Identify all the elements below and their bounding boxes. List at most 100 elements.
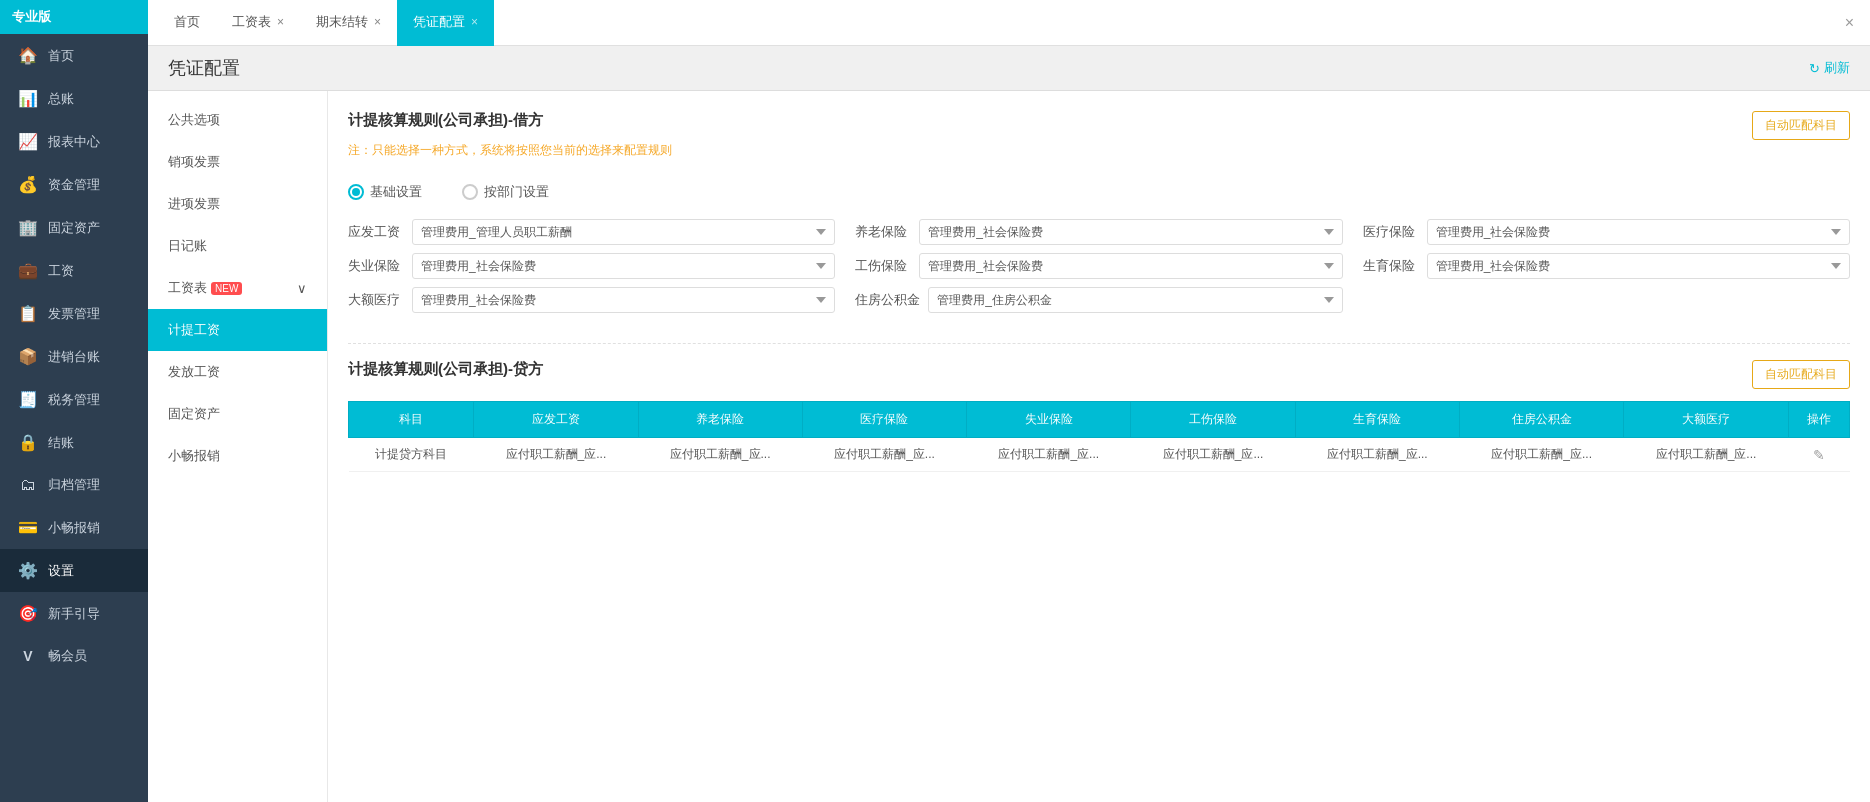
edit-icon[interactable]: ✎	[1813, 447, 1825, 463]
debit-section: 计提核算规则(公司承担)-借方 注：只能选择一种方式，系统将按照您当前的选择来配…	[348, 111, 1850, 313]
debit-form-row-3: 大额医疗 管理费用_社会保险费 住房公积金 管理费用_住房公积金	[348, 287, 1850, 313]
td-gongjijin: 应付职工薪酬_应...	[1460, 438, 1624, 472]
sidebar-item-invoice[interactable]: 📋 发票管理	[0, 292, 148, 335]
sidebar-item-label: 固定资产	[48, 219, 100, 237]
sidebar-item-label: 归档管理	[48, 476, 100, 494]
credit-section-title: 计提核算规则(公司承担)-贷方	[348, 360, 543, 379]
form-select-shiye[interactable]: 管理费用_社会保险费	[412, 253, 835, 279]
refresh-label: 刷新	[1824, 59, 1850, 77]
form-item-shiye: 失业保险 管理费用_社会保险费	[348, 253, 835, 279]
form-select-gongshang[interactable]: 管理费用_社会保险费	[919, 253, 1342, 279]
form-select-gongjijin[interactable]: 管理费用_住房公积金	[928, 287, 1342, 313]
main-area: 首页 工资表 × 期末结转 × 凭证配置 × × 凭证配置 ↻ 刷新 公共选项	[148, 0, 1870, 802]
credit-auto-match-button[interactable]: 自动匹配科目	[1752, 360, 1850, 389]
debit-auto-match-button[interactable]: 自动匹配科目	[1752, 111, 1850, 140]
tab-period-close-close[interactable]: ×	[374, 15, 381, 29]
sidebar-item-ledger[interactable]: 📊 总账	[0, 77, 148, 120]
sidebar-item-label: 工资	[48, 262, 74, 280]
left-nav-xiaochang-expense[interactable]: 小畅报销	[148, 435, 327, 477]
home-icon: 🏠	[18, 46, 38, 65]
tab-period-close-label: 期末结转	[316, 13, 368, 31]
table-header-row: 科目 应发工资 养老保险 医疗保险 失业保险 工伤保险 生育保险 住房公积金 大…	[349, 402, 1850, 438]
form-select-daeliao[interactable]: 管理费用_社会保险费	[412, 287, 835, 313]
form-item-gongjijin: 住房公积金 管理费用_住房公积金	[855, 287, 1342, 313]
tab-voucher-config[interactable]: 凭证配置 ×	[397, 0, 494, 46]
left-nav-public[interactable]: 公共选项	[148, 99, 327, 141]
sidebar-item-xiaochang[interactable]: 💳 小畅报销	[0, 506, 148, 549]
tab-period-close[interactable]: 期末结转 ×	[300, 0, 397, 46]
credit-section: 计提核算规则(公司承担)-贷方 自动匹配科目 科目 应发工资 养老保险 医疗保险…	[348, 360, 1850, 472]
td-yingfa: 应付职工薪酬_应...	[474, 438, 638, 472]
assets-icon: 🏢	[18, 218, 38, 237]
sidebar-item-salary[interactable]: 💼 工资	[0, 249, 148, 292]
left-nav: 公共选项 销项发票 进项发票 日记账 工资表 NEW ∨ 计提工资	[148, 91, 328, 802]
tab-salary-table-close[interactable]: ×	[277, 15, 284, 29]
radio-basic[interactable]: 基础设置	[348, 183, 422, 201]
left-nav-cancel-invoice[interactable]: 销项发票	[148, 141, 327, 183]
sidebar-item-label: 畅会员	[48, 647, 87, 665]
sidebar-item-reports[interactable]: 📈 报表中心	[0, 120, 148, 163]
th-subject: 科目	[349, 402, 474, 438]
th-action: 操作	[1788, 402, 1849, 438]
sidebar-item-label: 发票管理	[48, 305, 100, 323]
debit-section-title: 计提核算规则(公司承担)-借方	[348, 111, 672, 130]
debit-form-row-1: 应发工资 管理费用_管理人员职工薪酬 养老保险 管理费用_社会保险费 医疗保险	[348, 219, 1850, 245]
th-daeliao: 大额医疗	[1624, 402, 1788, 438]
member-icon: V	[18, 648, 38, 664]
table-row: 计提贷方科目 应付职工薪酬_应... 应付职工薪酬_应... 应付职工薪酬_应.…	[349, 438, 1850, 472]
sidebar-item-label: 首页	[48, 47, 74, 65]
sidebar-item-tax[interactable]: 🧾 税务管理	[0, 378, 148, 421]
tab-salary-table-label: 工资表	[232, 13, 271, 31]
sidebar-item-closing[interactable]: 🔒 结账	[0, 421, 148, 464]
tab-home[interactable]: 首页	[158, 0, 216, 46]
form-select-yingfa[interactable]: 管理费用_管理人员职工薪酬	[412, 219, 835, 245]
closing-icon: 🔒	[18, 433, 38, 452]
sidebar-item-funds[interactable]: 💰 资金管理	[0, 163, 148, 206]
sidebar-item-settings[interactable]: ⚙️ 设置	[0, 549, 148, 592]
td-shiye: 应付职工薪酬_应...	[967, 438, 1131, 472]
archive-icon: 🗂	[18, 476, 38, 494]
th-yanglao: 养老保险	[638, 402, 802, 438]
tab-salary-table[interactable]: 工资表 ×	[216, 0, 300, 46]
td-yanglao: 应付职工薪酬_应...	[638, 438, 802, 472]
funds-icon: 💰	[18, 175, 38, 194]
radio-dept-circle	[462, 184, 478, 200]
refresh-button[interactable]: ↻ 刷新	[1809, 59, 1850, 77]
debit-form-row-2: 失业保险 管理费用_社会保险费 工伤保险 管理费用_社会保险费 生育保险	[348, 253, 1850, 279]
form-item-gongshang: 工伤保险 管理费用_社会保险费	[855, 253, 1342, 279]
tab-voucher-config-label: 凭证配置	[413, 13, 465, 31]
sidebar-item-member[interactable]: V 畅会员	[0, 635, 148, 677]
left-nav-calc-salary[interactable]: 计提工资	[148, 309, 327, 351]
debit-section-note: 注：只能选择一种方式，系统将按照您当前的选择来配置规则	[348, 142, 672, 159]
content-area: 公共选项 销项发票 进项发票 日记账 工资表 NEW ∨ 计提工资	[148, 91, 1870, 802]
chevron-down-icon: ∨	[297, 281, 307, 296]
left-nav-journal[interactable]: 日记账	[148, 225, 327, 267]
tab-voucher-config-close[interactable]: ×	[471, 15, 478, 29]
guide-icon: 🎯	[18, 604, 38, 623]
form-label-yanglao: 养老保险	[855, 223, 911, 241]
radio-dept[interactable]: 按部门设置	[462, 183, 549, 201]
sidebar-item-label: 设置	[48, 562, 74, 580]
radio-basic-circle	[348, 184, 364, 200]
left-nav-fixed-assets[interactable]: 固定资产	[148, 393, 327, 435]
sidebar-item-home[interactable]: 🏠 首页	[0, 34, 148, 77]
left-nav-salary-table[interactable]: 工资表 NEW ∨	[148, 267, 327, 309]
tab-bar-close[interactable]: ×	[1829, 14, 1870, 32]
tab-home-label: 首页	[174, 13, 200, 31]
sidebar-item-assets[interactable]: 🏢 固定资产	[0, 206, 148, 249]
form-select-yanglao[interactable]: 管理费用_社会保险费	[919, 219, 1342, 245]
new-badge: NEW	[211, 282, 242, 295]
purchase-icon: 📦	[18, 347, 38, 366]
left-nav-input-invoice[interactable]: 进项发票	[148, 183, 327, 225]
form-select-shengyu[interactable]: 管理费用_社会保险费	[1427, 253, 1850, 279]
left-nav-pay-salary[interactable]: 发放工资	[148, 351, 327, 393]
sidebar-item-archive[interactable]: 🗂 归档管理	[0, 464, 148, 506]
reports-icon: 📈	[18, 132, 38, 151]
debit-radio-group: 基础设置 按部门设置	[348, 183, 1850, 201]
form-select-yiliao[interactable]: 管理费用_社会保险费	[1427, 219, 1850, 245]
sidebar-item-guide[interactable]: 🎯 新手引导	[0, 592, 148, 635]
sidebar-item-purchase[interactable]: 📦 进销台账	[0, 335, 148, 378]
invoice-icon: 📋	[18, 304, 38, 323]
td-action[interactable]: ✎	[1788, 438, 1849, 472]
app-name: 专业版	[0, 0, 148, 34]
